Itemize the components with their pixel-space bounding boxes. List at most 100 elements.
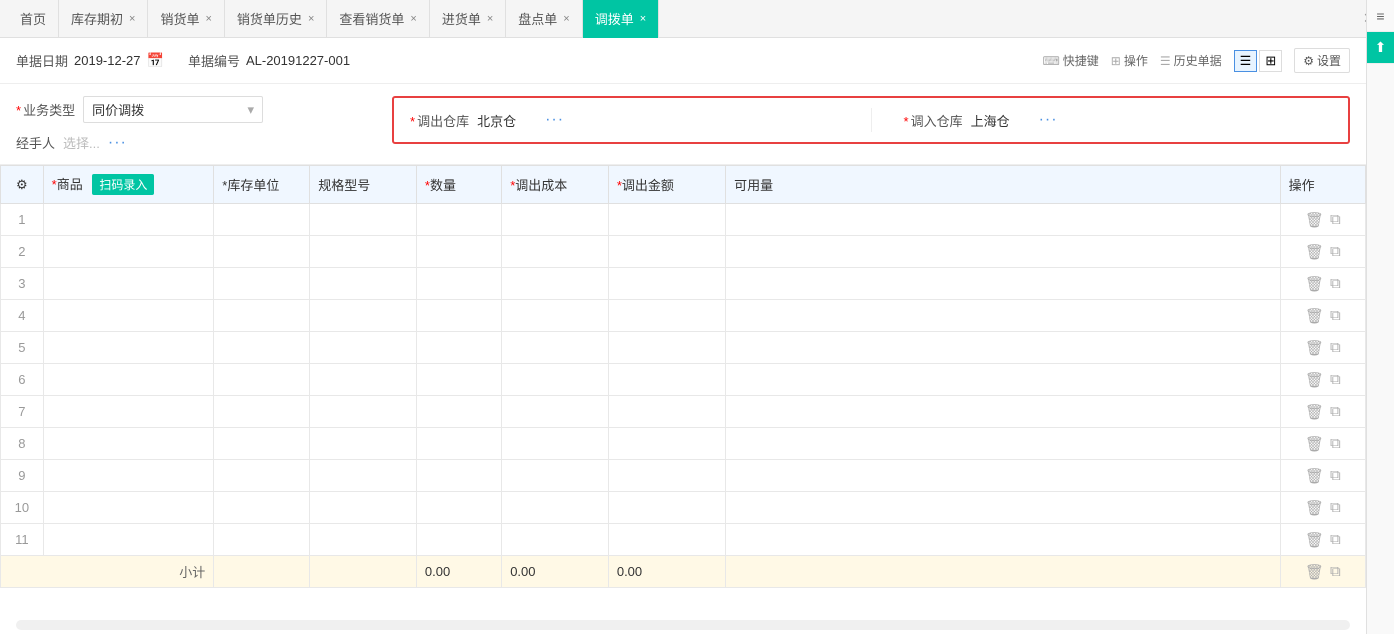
cell-available[interactable] <box>726 364 1281 396</box>
cell-spec[interactable] <box>310 300 417 332</box>
delete-icon[interactable]: 🗑 <box>1305 435 1324 453</box>
grid-view-btn[interactable]: ⊞ <box>1259 50 1282 72</box>
cell-cost[interactable] <box>502 332 609 364</box>
tab-purchase-order[interactable]: 进货单 × <box>430 0 506 38</box>
tab-inventory-init[interactable]: 库存期初 × <box>59 0 148 38</box>
cell-spec[interactable] <box>310 236 417 268</box>
cell-spec[interactable] <box>310 268 417 300</box>
tab-close-transfer-order[interactable]: × <box>640 13 646 25</box>
cell-unit[interactable] <box>214 236 310 268</box>
business-type-dropdown[interactable]: 同价调拨 ▾ <box>83 96 263 123</box>
delete-icon[interactable]: 🗑 <box>1305 339 1324 357</box>
cell-spec[interactable] <box>310 204 417 236</box>
tab-close-inventory-init[interactable]: × <box>129 13 135 25</box>
cell-qty[interactable] <box>416 300 501 332</box>
cell-amount[interactable] <box>608 396 725 428</box>
cell-amount[interactable] <box>608 204 725 236</box>
cell-amount[interactable] <box>608 332 725 364</box>
cell-product[interactable] <box>43 236 214 268</box>
cell-available[interactable] <box>726 332 1281 364</box>
delete-icon[interactable]: 🗑 <box>1305 307 1324 325</box>
right-panel-list-btn[interactable]: ≡ <box>1367 0 1394 32</box>
cell-spec[interactable] <box>310 396 417 428</box>
cell-cost[interactable] <box>502 364 609 396</box>
cell-unit[interactable] <box>214 396 310 428</box>
delete-icon[interactable]: 🗑 <box>1305 531 1324 549</box>
cell-available[interactable] <box>726 396 1281 428</box>
cell-unit[interactable] <box>214 268 310 300</box>
delete-icon[interactable]: 🗑 <box>1305 275 1324 293</box>
delete-icon[interactable]: 🗑 <box>1305 243 1324 261</box>
cell-spec[interactable] <box>310 364 417 396</box>
cell-cost[interactable] <box>502 460 609 492</box>
right-panel-export-btn[interactable]: ⬆ <box>1367 32 1394 64</box>
cell-unit[interactable] <box>214 428 310 460</box>
delete-icon[interactable]: 🗑 <box>1305 499 1324 517</box>
cell-qty[interactable] <box>416 396 501 428</box>
cell-unit[interactable] <box>214 364 310 396</box>
cell-available[interactable] <box>726 300 1281 332</box>
subtotal-delete-icon[interactable]: 🗑 <box>1305 563 1324 581</box>
cell-cost[interactable] <box>502 396 609 428</box>
horizontal-scrollbar[interactable] <box>16 620 1350 630</box>
cell-spec[interactable] <box>310 524 417 556</box>
tab-view-sales[interactable]: 查看销货单 × <box>327 0 429 38</box>
cell-cost[interactable] <box>502 428 609 460</box>
copy-icon[interactable]: ⧉ <box>1330 531 1341 548</box>
cell-amount[interactable] <box>608 460 725 492</box>
delete-icon[interactable]: 🗑 <box>1305 371 1324 389</box>
cell-qty[interactable] <box>416 524 501 556</box>
cell-cost[interactable] <box>502 204 609 236</box>
subtotal-copy-icon[interactable]: ⧉ <box>1330 563 1341 580</box>
cell-qty[interactable] <box>416 428 501 460</box>
cell-qty[interactable] <box>416 332 501 364</box>
shortcut-action[interactable]: ⌨ 快捷键 <box>1042 52 1098 69</box>
delete-icon[interactable]: 🗑 <box>1305 211 1324 229</box>
cell-available[interactable] <box>726 492 1281 524</box>
copy-icon[interactable]: ⧉ <box>1330 499 1341 516</box>
tab-close-inventory-count[interactable]: × <box>563 13 569 25</box>
cell-product[interactable] <box>43 300 214 332</box>
cell-unit[interactable] <box>214 492 310 524</box>
cell-cost[interactable] <box>502 300 609 332</box>
cell-spec[interactable] <box>310 492 417 524</box>
person-placeholder[interactable]: 选择... <box>63 133 100 152</box>
cell-product[interactable] <box>43 268 214 300</box>
tab-close-sales-history[interactable]: × <box>308 13 314 25</box>
cell-amount[interactable] <box>608 364 725 396</box>
cell-spec[interactable] <box>310 460 417 492</box>
tab-inventory-count[interactable]: 盘点单 × <box>506 0 582 38</box>
person-dots-button[interactable]: ··· <box>108 134 127 152</box>
cell-unit[interactable] <box>214 460 310 492</box>
tab-close-sales-order[interactable]: × <box>205 13 211 25</box>
warehouse-out-dots-button[interactable]: ··· <box>545 111 564 129</box>
cell-available[interactable] <box>726 204 1281 236</box>
cell-unit[interactable] <box>214 332 310 364</box>
cell-unit[interactable] <box>214 300 310 332</box>
cell-product[interactable] <box>43 364 214 396</box>
copy-icon[interactable]: ⧉ <box>1330 211 1341 228</box>
copy-icon[interactable]: ⧉ <box>1330 307 1341 324</box>
warehouse-in-dots-button[interactable]: ··· <box>1039 111 1058 129</box>
cell-available[interactable] <box>726 524 1281 556</box>
cell-amount[interactable] <box>608 236 725 268</box>
cell-product[interactable] <box>43 332 214 364</box>
cell-product[interactable] <box>43 492 214 524</box>
cell-qty[interactable] <box>416 364 501 396</box>
cell-qty[interactable] <box>416 204 501 236</box>
cell-qty[interactable] <box>416 268 501 300</box>
cell-available[interactable] <box>726 268 1281 300</box>
cell-product[interactable] <box>43 204 214 236</box>
cell-spec[interactable] <box>310 332 417 364</box>
setting-button[interactable]: ⚙ 设置 <box>1294 48 1350 73</box>
tab-close-view-sales[interactable]: × <box>410 13 416 25</box>
copy-icon[interactable]: ⧉ <box>1330 339 1341 356</box>
cell-spec[interactable] <box>310 428 417 460</box>
list-view-btn[interactable]: ☰ <box>1234 50 1258 72</box>
cell-product[interactable] <box>43 524 214 556</box>
cell-qty[interactable] <box>416 492 501 524</box>
cell-amount[interactable] <box>608 492 725 524</box>
delete-icon[interactable]: 🗑 <box>1305 467 1324 485</box>
cell-cost[interactable] <box>502 524 609 556</box>
copy-icon[interactable]: ⧉ <box>1330 243 1341 260</box>
